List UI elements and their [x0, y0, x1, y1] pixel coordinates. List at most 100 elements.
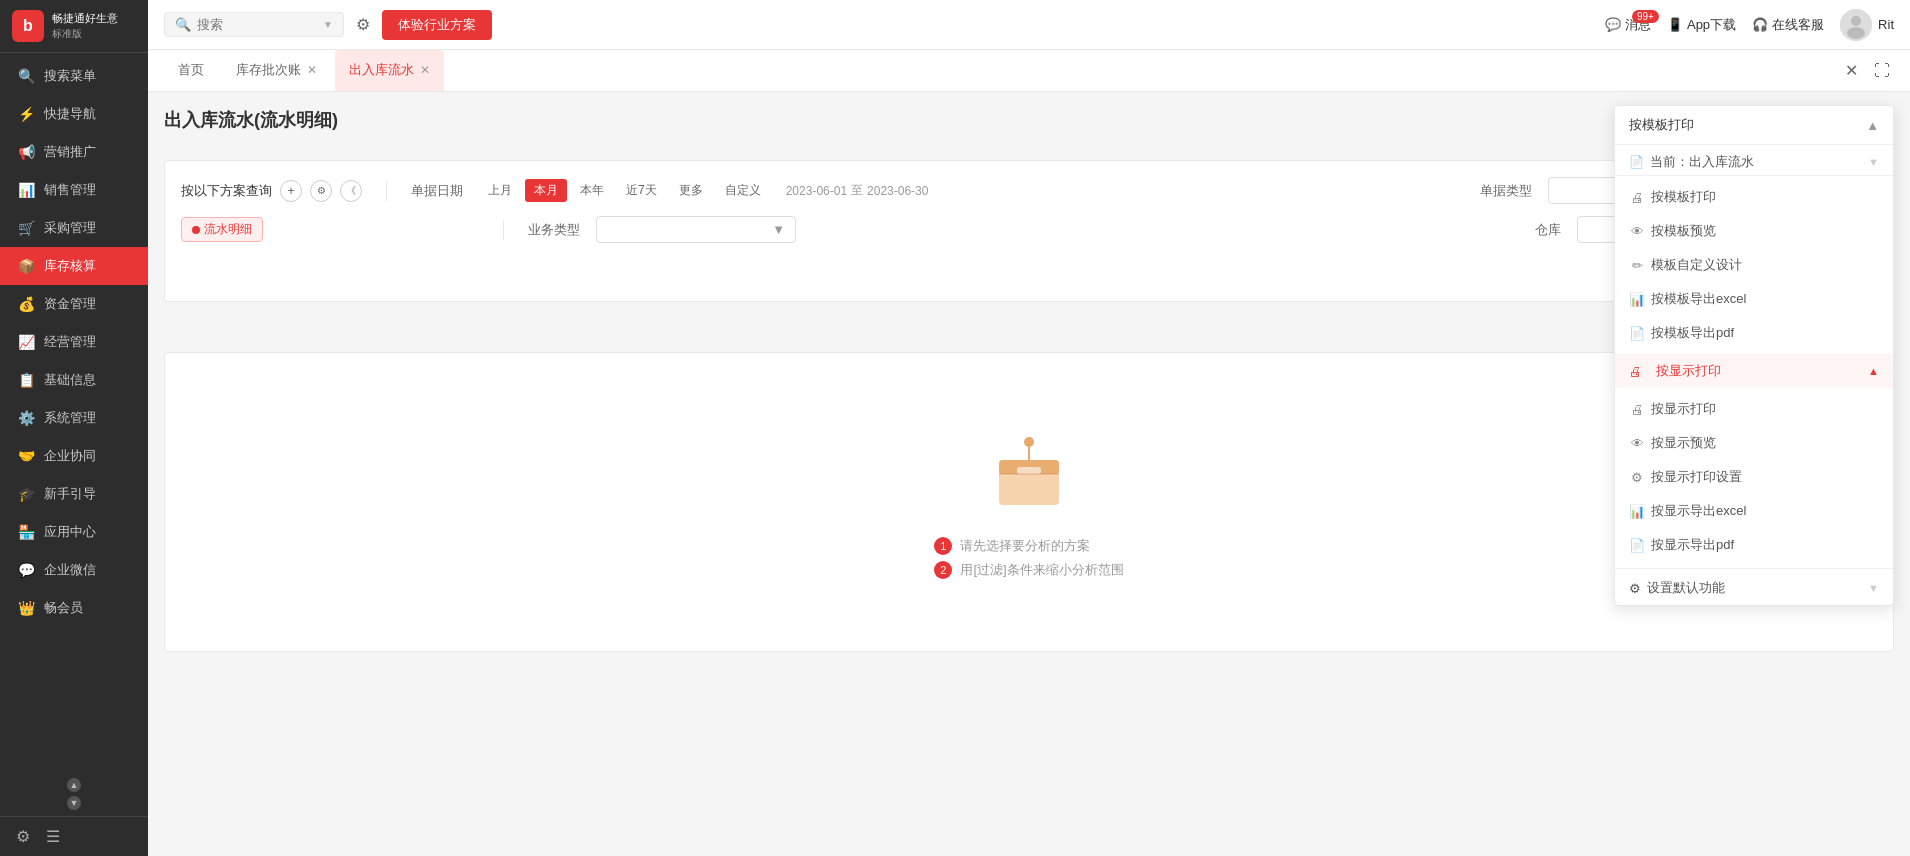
page-title: 出入库流水(流水明细) [164, 108, 338, 132]
sidebar-item-system[interactable]: ⚙️ 系统管理 [0, 399, 148, 437]
date-btn-last-month[interactable]: 上月 [479, 179, 521, 202]
display-print-icon: 🖨 [1629, 364, 1642, 379]
dropdown-item-template-design[interactable]: ✏ 模板自定义设计 [1615, 248, 1893, 282]
sidebar-settings-icon[interactable]: ⚙ [16, 827, 30, 846]
tab-flow-label: 出入库流水 [349, 61, 414, 79]
tab-flow[interactable]: 出入库流水 ✕ [335, 50, 444, 91]
dropdown-item-template-excel[interactable]: 📊 按模板导出excel [1615, 282, 1893, 316]
dropdown-close-icon[interactable]: ▲ [1866, 118, 1879, 133]
tab-maximize-icon[interactable]: ⛶ [1870, 58, 1894, 84]
empty-state: 1 请先选择要分析的方案 2 用[过滤]条件来缩小分析范围 [914, 365, 1143, 639]
sidebar-item-marketing[interactable]: 📢 营销推广 [0, 133, 148, 171]
pdf-icon: 📄 [1629, 325, 1645, 341]
scroll-down-btn[interactable]: ▼ [67, 796, 81, 810]
sidebar-item-label: 销售管理 [44, 181, 96, 199]
business-type-select[interactable]: ▼ [596, 216, 796, 243]
section2-title: 按显示打印 [1656, 362, 1721, 380]
empty-hint-1: 1 请先选择要分析的方案 [934, 537, 1123, 555]
sidebar-item-purchase[interactable]: 🛒 采购管理 [0, 209, 148, 247]
tag-dot [192, 226, 200, 234]
sidebar-item-guide[interactable]: 🎓 新手引导 [0, 475, 148, 513]
sidebar-item-finance[interactable]: 💰 资金管理 [0, 285, 148, 323]
dropdown-item-template-preview[interactable]: 👁 按模板预览 [1615, 214, 1893, 248]
sidebar-item-label: 库存核算 [44, 257, 96, 275]
date-btn-current-month[interactable]: 本月 [525, 179, 567, 202]
sidebar-bottom: ⚙ ☰ [0, 816, 148, 856]
date-btn-last7[interactable]: 近7天 [617, 179, 666, 202]
app-brand: 畅捷通好生意 标准版 [52, 11, 118, 40]
version-label: 标准版 [52, 27, 118, 41]
date-btn-custom[interactable]: 自定义 [716, 179, 770, 202]
sidebar-item-label: 畅会员 [44, 599, 83, 617]
current-item-icon: 📄 [1629, 155, 1644, 169]
dropdown-item-display-settings[interactable]: ⚙ 按显示打印设置 [1615, 460, 1893, 494]
date-btn-current-year[interactable]: 本年 [571, 179, 613, 202]
sidebar-item-inventory[interactable]: 📦 库存核算 [0, 247, 148, 285]
tab-batch-close-icon[interactable]: ✕ [307, 63, 317, 77]
dropdown-item-display-excel[interactable]: 📊 按显示导出excel [1615, 494, 1893, 528]
dropdown-item-template-pdf[interactable]: 📄 按模板导出pdf [1615, 316, 1893, 350]
dropdown-item-display-pdf[interactable]: 📄 按显示导出pdf [1615, 528, 1893, 562]
dropdown-footer[interactable]: ⚙ 设置默认功能 ▼ [1615, 571, 1893, 605]
basic-icon: 📋 [16, 372, 36, 388]
dropdown-menu: 按模板打印 ▲ 📄 当前：出入库流水 ▼ 🖨 按模板打印 👁 按 [1614, 105, 1894, 606]
sidebar-item-label: 搜索菜单 [44, 67, 96, 85]
dropdown-item-display-preview[interactable]: 👁 按显示预览 [1615, 426, 1893, 460]
type-label: 单据类型 [1480, 182, 1532, 200]
sales-icon: 📊 [16, 182, 36, 198]
filter-collapse-btn[interactable]: 《 [340, 180, 362, 202]
sidebar-item-search[interactable]: 🔍 搜索菜单 [0, 57, 148, 95]
sidebar-item-operation[interactable]: 📈 经营管理 [0, 323, 148, 361]
dropdown-item-template-print[interactable]: 🖨 按模板打印 [1615, 180, 1893, 214]
template-pdf-label: 按模板导出pdf [1651, 324, 1734, 342]
sidebar-item-basic[interactable]: 📋 基础信息 [0, 361, 148, 399]
sidebar-item-label: 基础信息 [44, 371, 96, 389]
hint1-text: 请先选择要分析的方案 [960, 537, 1090, 555]
display-settings-icon: ⚙ [1629, 469, 1645, 485]
filter-settings-btn[interactable]: ⚙ [310, 180, 332, 202]
dropdown-item-display-print[interactable]: 🖨 按显示打印 [1615, 392, 1893, 426]
search-input[interactable] [197, 17, 317, 32]
current-label: 当前：出入库流水 [1650, 153, 1754, 171]
sidebar-item-appstore[interactable]: 🏪 应用中心 [0, 513, 148, 551]
date-shortcuts: 上月 本月 本年 近7天 更多 自定义 [479, 179, 770, 202]
tab-restore-icon[interactable]: ✕ [1841, 57, 1862, 84]
appstore-icon: 🏪 [16, 524, 36, 540]
svg-point-2 [1847, 27, 1865, 39]
messages-btn[interactable]: 💬 消息 99+ [1605, 16, 1651, 34]
online-service-btn[interactable]: 🎧 在线客服 [1752, 16, 1824, 34]
trial-button[interactable]: 体验行业方案 [382, 10, 492, 40]
current-arrow-icon: ▼ [1868, 156, 1879, 168]
sidebar-item-partner[interactable]: 🤝 企业协同 [0, 437, 148, 475]
tab-batch[interactable]: 库存批次账 ✕ [222, 50, 331, 91]
sidebar-item-wechat[interactable]: 💬 企业微信 [0, 551, 148, 589]
topbar-search-box[interactable]: 🔍 ▼ [164, 12, 344, 37]
date-label: 单据日期 [411, 182, 463, 200]
sidebar-item-label: 采购管理 [44, 219, 96, 237]
search-icon: 🔍 [16, 68, 36, 84]
dropdown-section2-header[interactable]: 🖨 按显示打印 ▲ [1615, 354, 1893, 388]
tab-home[interactable]: 首页 [164, 50, 218, 91]
sidebar-item-shortcut[interactable]: ⚡ 快捷导航 [0, 95, 148, 133]
user-menu[interactable]: Rit [1840, 9, 1894, 41]
template-excel-label: 按模板导出excel [1651, 290, 1746, 308]
sidebar-item-sales[interactable]: 📊 销售管理 [0, 171, 148, 209]
app-logo-icon: b [12, 10, 44, 42]
topbar-gear-icon[interactable]: ⚙ [356, 15, 370, 34]
download-icon: 📱 [1667, 17, 1683, 32]
scroll-up-btn[interactable]: ▲ [67, 778, 81, 792]
sidebar-menu-icon[interactable]: ☰ [46, 827, 60, 846]
date-btn-more[interactable]: 更多 [670, 179, 712, 202]
add-filter-btn[interactable]: + [280, 180, 302, 202]
content-area: 出入库流水(流水明细) 🖨 按模板打印 ▲ | 📤 导出 | 🔄 刷新 [148, 92, 1910, 856]
sidebar-item-label: 企业微信 [44, 561, 96, 579]
app-download-btn[interactable]: 📱 App下载 [1667, 16, 1736, 34]
sidebar-item-label: 经营管理 [44, 333, 96, 351]
display-preview-label: 按显示预览 [1651, 434, 1716, 452]
search-icon: 🔍 [175, 17, 191, 32]
dropdown-section-2: 🖨 按显示打印 👁 按显示预览 ⚙ 按显示打印设置 📊 按显示导出excel 📄 [1615, 388, 1893, 566]
tab-flow-close-icon[interactable]: ✕ [420, 63, 430, 77]
username-label: Rit [1878, 17, 1894, 32]
sidebar-item-member[interactable]: 👑 畅会员 [0, 589, 148, 627]
sidebar-logo: b 畅捷通好生意 标准版 [0, 0, 148, 53]
